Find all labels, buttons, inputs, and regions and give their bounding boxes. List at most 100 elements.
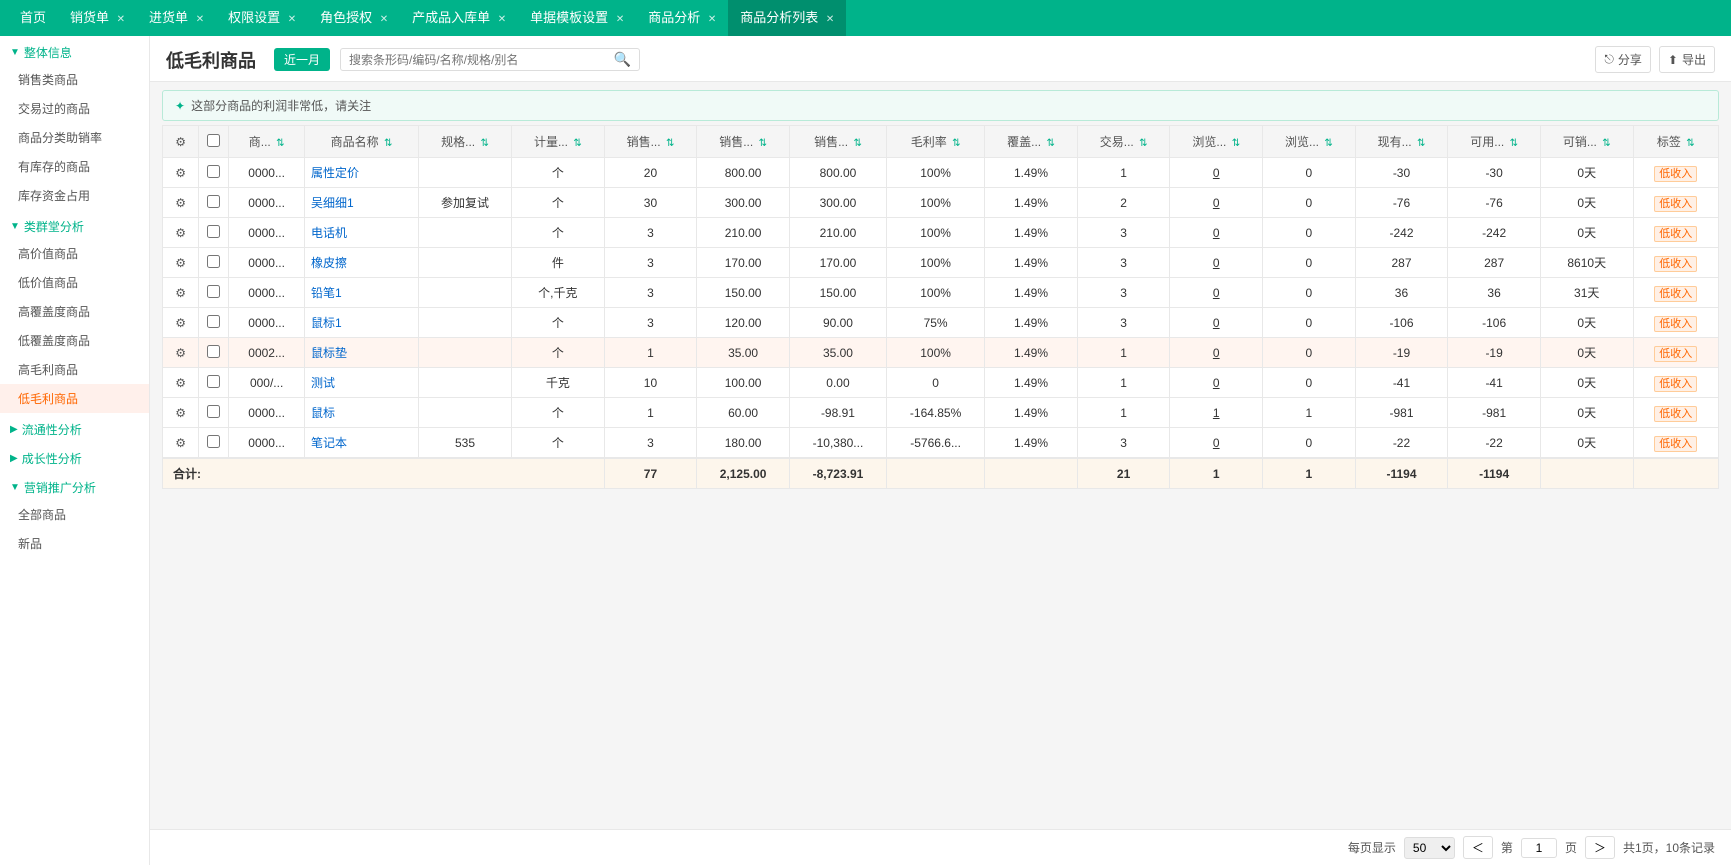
sort-transaction[interactable]: ⇅	[1139, 138, 1147, 149]
row-select-checkbox[interactable]	[207, 255, 220, 268]
row-select-checkbox[interactable]	[207, 195, 220, 208]
row-checkbox[interactable]	[199, 368, 229, 398]
row-gear-icon[interactable]: ⚙	[175, 376, 186, 390]
row-gear-icon[interactable]: ⚙	[175, 406, 186, 420]
row-name[interactable]: 鼠标1	[305, 308, 419, 338]
row-name[interactable]: 鼠标	[305, 398, 419, 428]
nav-permissions[interactable]: 权限设置 ✕	[216, 0, 308, 36]
row-name[interactable]: 铅笔1	[305, 278, 419, 308]
views1-link[interactable]: 0	[1213, 316, 1220, 330]
nav-sales-close[interactable]: ✕	[117, 14, 125, 25]
views1-link[interactable]: 0	[1213, 376, 1220, 390]
sidebar-item-low-coverage[interactable]: 低覆盖度商品	[0, 326, 149, 355]
row-select-checkbox[interactable]	[207, 225, 220, 238]
row-gear[interactable]: ⚙	[163, 158, 199, 188]
row-gear-icon[interactable]: ⚙	[175, 256, 186, 270]
sort-name[interactable]: ⇅	[384, 138, 392, 149]
row-checkbox[interactable]	[199, 218, 229, 248]
row-select-checkbox[interactable]	[207, 375, 220, 388]
row-checkbox[interactable]	[199, 398, 229, 428]
row-select-checkbox[interactable]	[207, 315, 220, 328]
views1-link[interactable]: 0	[1213, 346, 1220, 360]
next-page-button[interactable]: ＞	[1585, 836, 1615, 859]
sidebar-item-low-value[interactable]: 低价值商品	[0, 268, 149, 297]
row-views1[interactable]: 0	[1170, 368, 1263, 398]
select-all-checkbox[interactable]	[207, 134, 220, 147]
col-transaction[interactable]: 交易... ⇅	[1077, 126, 1170, 158]
row-name[interactable]: 吴细细1	[305, 188, 419, 218]
nav-goods-analysis-list[interactable]: 商品分析列表 ✕	[728, 0, 846, 36]
sort-current-stock[interactable]: ⇅	[1417, 138, 1425, 149]
sidebar-item-high-value[interactable]: 高价值商品	[0, 239, 149, 268]
nav-roles[interactable]: 角色授权 ✕	[308, 0, 400, 36]
col-sales-qty[interactable]: 销售... ⇅	[604, 126, 697, 158]
row-gear-icon[interactable]: ⚙	[175, 226, 186, 240]
page-input[interactable]	[1521, 838, 1557, 858]
time-filter-button[interactable]: 近一月	[274, 48, 330, 71]
sidebar-group-cluster[interactable]: ▼ 类群堂分析	[0, 210, 149, 239]
row-select-checkbox[interactable]	[207, 345, 220, 358]
sidebar-item-low-margin[interactable]: 低毛利商品	[0, 384, 149, 413]
row-checkbox[interactable]	[199, 428, 229, 459]
row-checkbox[interactable]	[199, 308, 229, 338]
row-checkbox[interactable]	[199, 338, 229, 368]
col-sales-profit[interactable]: 销售... ⇅	[789, 126, 886, 158]
row-gear-icon[interactable]: ⚙	[175, 196, 186, 210]
row-select-checkbox[interactable]	[207, 435, 220, 448]
sort-tag[interactable]: ⇅	[1686, 138, 1694, 149]
nav-goods-analysis-list-close[interactable]: ✕	[826, 14, 834, 25]
sidebar-item-high-coverage[interactable]: 高覆盖度商品	[0, 297, 149, 326]
sidebar-item-traded-goods[interactable]: 交易过的商品	[0, 94, 149, 123]
row-name[interactable]: 测试	[305, 368, 419, 398]
sidebar-item-stock-capital[interactable]: 库存资金占用	[0, 181, 149, 210]
prev-page-button[interactable]: ＜	[1463, 836, 1493, 859]
nav-goods-analysis-close[interactable]: ✕	[708, 14, 716, 25]
col-code[interactable]: 商... ⇅	[229, 126, 305, 158]
row-name[interactable]: 鼠标垫	[305, 338, 419, 368]
sidebar-item-new-goods[interactable]: 新品	[0, 529, 149, 558]
sidebar-item-sales-goods[interactable]: 销售类商品	[0, 65, 149, 94]
sidebar-item-all-goods[interactable]: 全部商品	[0, 500, 149, 529]
row-name[interactable]: 电话机	[305, 218, 419, 248]
settings-icon[interactable]: ⚙	[175, 135, 186, 149]
sidebar-group-overall[interactable]: ▼ 整体信息	[0, 36, 149, 65]
col-available-stock[interactable]: 可用... ⇅	[1448, 126, 1541, 158]
row-select-checkbox[interactable]	[207, 285, 220, 298]
nav-purchase[interactable]: 进货单 ✕	[137, 0, 216, 36]
col-tag[interactable]: 标签 ⇅	[1633, 126, 1718, 158]
row-views1[interactable]: 0	[1170, 248, 1263, 278]
search-input[interactable]	[349, 53, 614, 67]
row-views1[interactable]: 0	[1170, 218, 1263, 248]
row-gear[interactable]: ⚙	[163, 188, 199, 218]
row-select-checkbox[interactable]	[207, 405, 220, 418]
row-name[interactable]: 属性定价	[305, 158, 419, 188]
views1-link[interactable]: 0	[1213, 226, 1220, 240]
row-views1[interactable]: 0	[1170, 158, 1263, 188]
sort-sales-qty[interactable]: ⇅	[666, 138, 674, 149]
row-select-checkbox[interactable]	[207, 165, 220, 178]
row-views1[interactable]: 0	[1170, 338, 1263, 368]
sort-available-stock[interactable]: ⇅	[1510, 138, 1518, 149]
sort-sellable-days[interactable]: ⇅	[1602, 138, 1610, 149]
row-checkbox[interactable]	[199, 248, 229, 278]
sidebar-item-high-margin[interactable]: 高毛利商品	[0, 355, 149, 384]
nav-product-entry-close[interactable]: ✕	[498, 14, 506, 25]
nav-home[interactable]: 首页	[8, 0, 58, 36]
views1-link[interactable]: 0	[1213, 166, 1220, 180]
sidebar-item-stock-goods[interactable]: 有库存的商品	[0, 152, 149, 181]
row-gear[interactable]: ⚙	[163, 398, 199, 428]
col-unit[interactable]: 计量... ⇅	[512, 126, 605, 158]
row-checkbox[interactable]	[199, 278, 229, 308]
sort-coverage[interactable]: ⇅	[1046, 138, 1054, 149]
row-gear[interactable]: ⚙	[163, 308, 199, 338]
row-gear[interactable]: ⚙	[163, 248, 199, 278]
nav-template[interactable]: 单据模板设置 ✕	[518, 0, 636, 36]
views1-link[interactable]: 1	[1213, 406, 1220, 420]
sort-spec[interactable]: ⇅	[480, 138, 488, 149]
col-name[interactable]: 商品名称 ⇅	[305, 126, 419, 158]
row-gear[interactable]: ⚙	[163, 428, 199, 459]
row-gear-icon[interactable]: ⚙	[175, 316, 186, 330]
search-icon[interactable]: 🔍	[614, 51, 631, 68]
col-margin[interactable]: 毛利率 ⇅	[887, 126, 985, 158]
nav-product-entry[interactable]: 产成品入库单 ✕	[400, 0, 518, 36]
